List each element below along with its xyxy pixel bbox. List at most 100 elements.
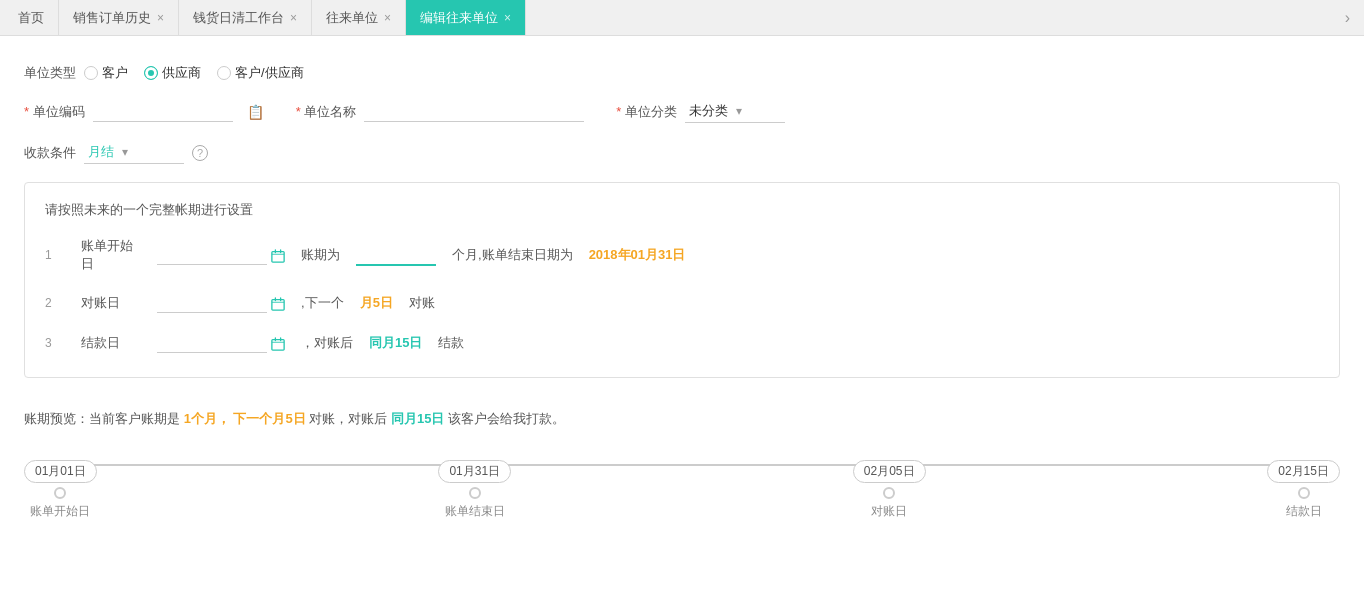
timeline-node-0-label: 01月01日 (24, 460, 97, 483)
start-date-cal-icon[interactable] (271, 247, 285, 263)
preview-text: 账期预览：当前客户账期是 1个月， 下一个月5日 对账，对账后 同月15日 该客… (24, 410, 1340, 428)
period-prefix-highlight-3: 同月15日 (369, 334, 422, 352)
period-settings-box: 请按照未来的一个完整帐期进行设置 1 账单开始日 2018-01-01 账期为 … (24, 182, 1340, 378)
payment-terms-dropdown[interactable]: 月结 ▾ (84, 141, 184, 164)
preview-label: 账期预览：当前客户账期是 (24, 411, 180, 426)
reconcile-date-cal-icon[interactable] (271, 295, 285, 311)
preview-part5: 该客户会给我打款。 (448, 411, 565, 426)
period-label-2: 对账日 (81, 294, 141, 312)
timeline-nodes: 01月01日 账单开始日 01月31日 账单结束日 02月05日 对账日 02月… (24, 460, 1340, 520)
tab-sales-history-label: 销售订单历史 (73, 9, 151, 27)
timeline-node-3-desc: 结款日 (1286, 503, 1322, 520)
period-label-1: 账单开始日 (81, 237, 141, 273)
timeline-node-1: 01月31日 账单结束日 (438, 460, 511, 520)
svg-rect-1 (272, 300, 284, 311)
timeline-node-3: 02月15日 结款日 (1267, 460, 1340, 520)
period-label-3: 结款日 (81, 334, 141, 352)
period-suffix-3: 结款 (438, 334, 464, 352)
period-suffix-prefix-1: 账期为 (301, 246, 340, 264)
preview-part1: 1个月， (184, 411, 230, 426)
period-row-2: 2 对账日 2018-02-05 ,下一个 月5日 对账 (45, 293, 1319, 313)
tab-sales-history-close[interactable]: × (157, 11, 164, 25)
unit-category-value: 未分类 (689, 102, 728, 120)
timeline-node-1-desc: 账单结束日 (445, 503, 505, 520)
tab-edit-counterpart[interactable]: 编辑往来单位 × (406, 0, 526, 35)
period-num-1: 1 (45, 248, 65, 262)
help-icon[interactable]: ? (192, 145, 208, 161)
unit-category-arrow-icon: ▾ (736, 104, 742, 118)
unit-category-dropdown[interactable]: 未分类 ▾ (685, 100, 785, 123)
timeline-node-1-label: 01月31日 (438, 460, 511, 483)
period-num-2: 2 (45, 296, 65, 310)
unit-code-label: 单位编码 (24, 103, 85, 121)
unit-name-input[interactable]: 河南供应商22 (364, 102, 584, 122)
timeline-node-3-dot (1298, 487, 1310, 499)
unit-type-row: 单位类型 客户 供应商 客户/供应商 (24, 64, 1340, 82)
unit-code-copy-icon[interactable]: 📋 (247, 104, 264, 120)
timeline-node-0-dot (54, 487, 66, 499)
unit-type-label: 单位类型 (24, 64, 76, 82)
preview-part2: 下一个月5日 (233, 411, 305, 426)
radio-customer-circle (84, 66, 98, 80)
payment-date-wrap: 2018-02-15 (157, 333, 285, 353)
unit-name-label: 单位名称 (296, 103, 357, 121)
start-date-input[interactable]: 2018-01-01 (157, 245, 267, 265)
payment-date-input[interactable]: 2018-02-15 (157, 333, 267, 353)
timeline-node-3-label: 02月15日 (1267, 460, 1340, 483)
radio-customer-label: 客户 (102, 64, 128, 82)
month-input[interactable]: 1 (356, 245, 436, 266)
radio-supplier-label: 供应商 (162, 64, 201, 82)
period-row-1: 1 账单开始日 2018-01-01 账期为 1 个月,账单结束日期为 2018… (45, 237, 1319, 273)
tab-cash-work-close[interactable]: × (290, 11, 297, 25)
unit-type-item: 单位类型 客户 供应商 客户/供应商 (24, 64, 304, 82)
tab-edit-counterpart-close[interactable]: × (504, 11, 511, 25)
timeline-node-2-dot (883, 487, 895, 499)
payment-date-cal-icon[interactable] (271, 335, 285, 351)
radio-both-circle (217, 66, 231, 80)
unit-code-input[interactable]: 000001 (93, 102, 233, 122)
radio-supplier-circle (144, 66, 158, 80)
payment-terms-item: 收款条件 月结 ▾ ? (24, 141, 208, 164)
period-num-3: 3 (45, 336, 65, 350)
unit-category-label: 单位分类 (616, 103, 677, 121)
period-suffix-1: 个月,账单结束日期为 (452, 246, 573, 264)
tab-home[interactable]: 首页 (4, 0, 59, 35)
reconcile-date-wrap: 2018-02-05 (157, 293, 285, 313)
tabs-more-button[interactable]: › (1335, 9, 1360, 27)
unit-code-item: 单位编码 000001 📋 (24, 102, 264, 122)
timeline-node-1-dot (469, 487, 481, 499)
svg-rect-2 (272, 340, 284, 351)
tab-sales-history[interactable]: 销售订单历史 × (59, 0, 179, 35)
reconcile-date-input[interactable]: 2018-02-05 (157, 293, 267, 313)
tab-cash-work[interactable]: 钱货日清工作台 × (179, 0, 312, 35)
payment-terms-row: 收款条件 月结 ▾ ? (24, 141, 1340, 164)
radio-both[interactable]: 客户/供应商 (217, 64, 304, 82)
period-highlight-1: 2018年01月31日 (589, 246, 686, 264)
radio-supplier[interactable]: 供应商 (144, 64, 201, 82)
svg-rect-0 (272, 252, 284, 263)
payment-terms-arrow-icon: ▾ (122, 145, 128, 159)
timeline-node-0: 01月01日 账单开始日 (24, 460, 97, 520)
start-date-wrap: 2018-01-01 (157, 245, 285, 265)
period-prefix-highlight-2: 月5日 (360, 294, 393, 312)
timeline-node-2-label: 02月05日 (853, 460, 926, 483)
period-prefix-3: ，对账后 (301, 334, 353, 352)
tab-counterpart-label: 往来单位 (326, 9, 378, 27)
timeline-node-2: 02月05日 对账日 (853, 460, 926, 520)
timeline: 01月01日 账单开始日 01月31日 账单结束日 02月05日 对账日 02月… (24, 450, 1340, 550)
payment-terms-value: 月结 (88, 143, 114, 161)
payment-terms-label: 收款条件 (24, 144, 76, 162)
period-suffix-2: 对账 (409, 294, 435, 312)
preview-section: 账期预览：当前客户账期是 1个月， 下一个月5日 对账，对账后 同月15日 该客… (24, 396, 1340, 550)
timeline-node-0-desc: 账单开始日 (30, 503, 90, 520)
unit-info-row: 单位编码 000001 📋 单位名称 河南供应商22 单位分类 未分类 ▾ (24, 100, 1340, 123)
preview-part3: 对账，对账后 (309, 411, 387, 426)
radio-both-label: 客户/供应商 (235, 64, 304, 82)
period-row-3: 3 结款日 2018-02-15 ，对账后 同月15日 结款 (45, 333, 1319, 353)
unit-name-item: 单位名称 河南供应商22 (296, 102, 585, 122)
period-prefix-2: ,下一个 (301, 294, 344, 312)
tab-counterpart-close[interactable]: × (384, 11, 391, 25)
radio-customer[interactable]: 客户 (84, 64, 128, 82)
preview-part4: 同月15日 (391, 411, 444, 426)
tab-counterpart[interactable]: 往来单位 × (312, 0, 406, 35)
